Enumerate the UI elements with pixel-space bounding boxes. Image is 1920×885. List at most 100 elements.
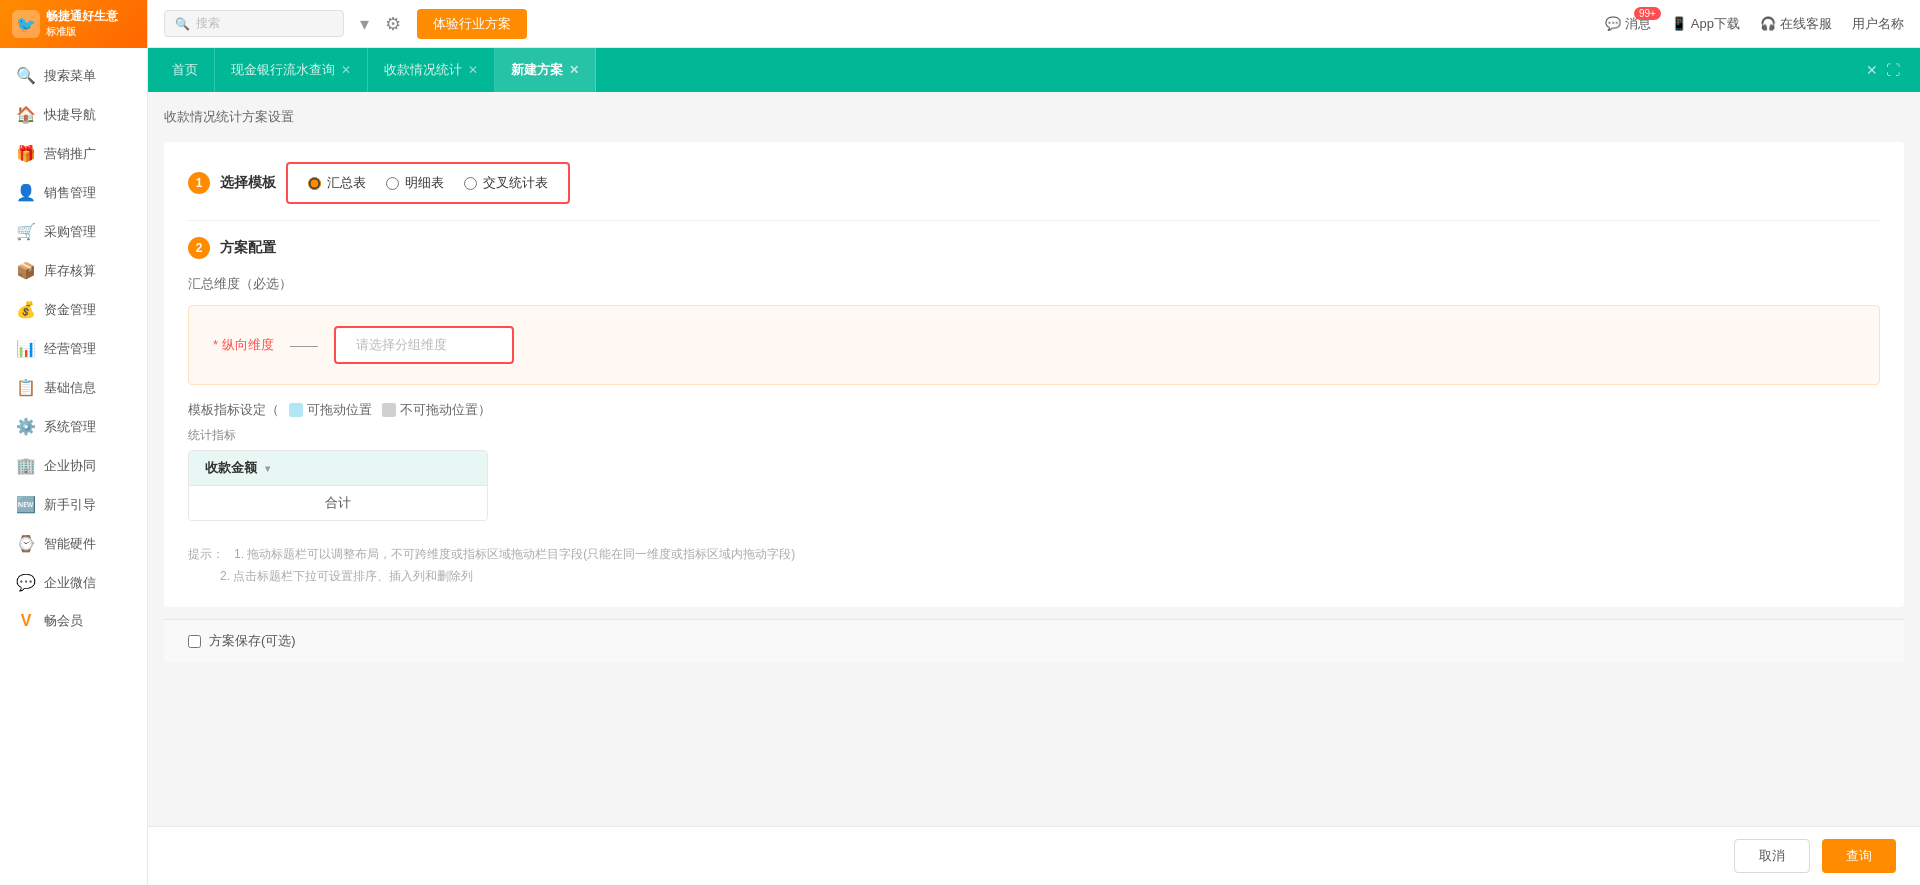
step1-badge: 1 <box>188 172 210 194</box>
sidebar-item-search[interactable]: 🔍 搜索菜单 <box>0 56 147 95</box>
sidebar-item-operations[interactable]: 📊 经营管理 <box>0 329 147 368</box>
vertical-dim-label: * 纵向维度 <box>213 336 274 354</box>
radio-detail-label: 明细表 <box>405 174 444 192</box>
sidebar-item-hardware[interactable]: ⌚ 智能硬件 <box>0 524 147 563</box>
step2-header: 2 方案配置 <box>188 237 1880 259</box>
sidebar-item-system[interactable]: ⚙️ 系统管理 <box>0 407 147 446</box>
tab-new-plan[interactable]: 新建方案 ✕ <box>495 48 596 92</box>
metrics-dropdown-icon[interactable]: ▾ <box>265 463 270 474</box>
sidebar: 🐦 畅捷通好生意 标准版 🔍 搜索菜单 🏠 快捷导航 🎁 营销推广 👤 销售管理… <box>0 0 148 885</box>
sidebar-item-label: 快捷导航 <box>44 106 96 124</box>
radio-detail-input[interactable] <box>386 177 399 190</box>
sidebar-item-marketing[interactable]: 🎁 营销推广 <box>0 134 147 173</box>
search-box[interactable]: 🔍 搜索 <box>164 10 344 37</box>
sidebar-item-guide[interactable]: 🆕 新手引导 <box>0 485 147 524</box>
tab-bank-flow-close[interactable]: ✕ <box>341 63 351 77</box>
step2-label: 方案配置 <box>220 239 276 257</box>
window-close-btn[interactable]: ✕ <box>1866 62 1878 78</box>
tip1: 1. 拖动标题栏可以调整布局，不可跨维度或指标区域拖动栏目字段(只能在同一维度或… <box>234 547 795 561</box>
sidebar-nav: 🔍 搜索菜单 🏠 快捷导航 🎁 营销推广 👤 销售管理 🛒 采购管理 📦 库存核… <box>0 48 147 885</box>
draggable-legend-label: 可拖动位置 <box>307 401 372 419</box>
tips-title: 提示： 1. 拖动标题栏可以调整布局，不可跨维度或指标区域拖动栏目字段(只能在同… <box>188 544 1880 566</box>
member-icon: V <box>16 612 36 630</box>
sidebar-item-sales[interactable]: 👤 销售管理 <box>0 173 147 212</box>
save-checkbox[interactable] <box>188 635 201 648</box>
sidebar-item-label: 系统管理 <box>44 418 96 436</box>
sidebar-item-inventory[interactable]: 📦 库存核算 <box>0 251 147 290</box>
sidebar-logo: 🐦 畅捷通好生意 标准版 <box>0 0 147 48</box>
sidebar-item-wechat[interactable]: 💬 企业微信 <box>0 563 147 602</box>
fixed-legend-label: 不可拖动位置） <box>400 401 491 419</box>
sidebar-item-enterprise[interactable]: 🏢 企业协同 <box>0 446 147 485</box>
search-menu-icon: 🔍 <box>16 66 36 85</box>
home-icon: 🏠 <box>16 105 36 124</box>
radio-summary-input[interactable] <box>308 177 321 190</box>
service-icon: 🎧 <box>1760 16 1776 31</box>
tab-bank-flow-label: 现金银行流水查询 <box>231 61 335 79</box>
tab-receivable-close[interactable]: ✕ <box>468 63 478 77</box>
radio-cross[interactable]: 交叉统计表 <box>464 174 548 192</box>
metrics-section-label: 统计指标 <box>188 427 488 444</box>
logo-text: 畅捷通好生意 <box>46 9 118 25</box>
arrow-icon: —— <box>290 337 318 353</box>
radio-summary[interactable]: 汇总表 <box>308 174 366 192</box>
inventory-icon: 📦 <box>16 261 36 280</box>
marketing-icon: 🎁 <box>16 144 36 163</box>
tab-new-plan-close[interactable]: ✕ <box>569 63 579 77</box>
message-icon: 💬 <box>1605 16 1621 31</box>
metrics-header-text: 收款金额 <box>205 459 257 477</box>
dimension-placeholder: 请选择分组维度 <box>356 337 447 352</box>
dimension-row: * 纵向维度 —— 请选择分组维度 <box>213 326 1855 364</box>
window-maximize-btn[interactable]: ⛶ <box>1886 62 1900 78</box>
sidebar-item-label: 营销推广 <box>44 145 96 163</box>
sidebar-item-label: 经营管理 <box>44 340 96 358</box>
sidebar-item-purchase[interactable]: 🛒 采购管理 <box>0 212 147 251</box>
sidebar-item-label: 搜索菜单 <box>44 67 96 85</box>
dimension-select[interactable]: 请选择分组维度 <box>334 326 514 364</box>
metrics-config: 模板指标设定（ 可拖动位置 不可拖动位置） <box>188 401 1880 524</box>
sidebar-item-quicknav[interactable]: 🏠 快捷导航 <box>0 95 147 134</box>
tab-new-plan-label: 新建方案 <box>511 61 563 79</box>
message-badge: 99+ <box>1634 7 1661 20</box>
sidebar-item-label: 基础信息 <box>44 379 96 397</box>
sidebar-item-label: 库存核算 <box>44 262 96 280</box>
tab-bank-flow[interactable]: 现金银行流水查询 ✕ <box>215 48 368 92</box>
summary-dim-title: 汇总维度（必选） <box>188 275 1880 293</box>
service-label: 在线客服 <box>1780 15 1832 33</box>
industry-btn[interactable]: 体验行业方案 <box>417 9 527 39</box>
tab-home[interactable]: 首页 <box>156 48 215 92</box>
step1-label: 选择模板 <box>220 174 276 192</box>
download-action[interactable]: 📱 App下载 <box>1671 15 1740 33</box>
sidebar-item-label: 智能硬件 <box>44 535 96 553</box>
save-label: 方案保存(可选) <box>209 632 296 650</box>
sidebar-item-finance[interactable]: 💰 资金管理 <box>0 290 147 329</box>
sidebar-item-label: 销售管理 <box>44 184 96 202</box>
topbar: 🔍 搜索 ▾ ⚙ 体验行业方案 💬 消息 99+ 📱 App下载 🎧 在线客服 … <box>148 0 1920 48</box>
content-area: 收款情况统计方案设置 1 选择模板 汇总表 明细表 <box>148 92 1920 826</box>
download-label: App下载 <box>1691 15 1740 33</box>
sidebar-item-basic[interactable]: 📋 基础信息 <box>0 368 147 407</box>
query-button[interactable]: 查询 <box>1822 839 1896 873</box>
tip2: 2. 点击标题栏下拉可设置排序、插入列和删除列 <box>188 566 1880 588</box>
sidebar-item-member[interactable]: V 畅会员 <box>0 602 147 640</box>
search-placeholder: 搜索 <box>196 15 220 32</box>
wechat-icon: 💬 <box>16 573 36 592</box>
cancel-button[interactable]: 取消 <box>1734 839 1810 873</box>
main-area: 🔍 搜索 ▾ ⚙ 体验行业方案 💬 消息 99+ 📱 App下载 🎧 在线客服 … <box>148 0 1920 885</box>
fixed-legend-dot <box>382 403 396 417</box>
metrics-table-row: 合计 <box>189 486 487 520</box>
tips-section: 提示： 1. 拖动标题栏可以调整布局，不可跨维度或指标区域拖动栏目字段(只能在同… <box>188 544 1880 587</box>
metrics-table: 收款金额 ▾ 合计 <box>188 450 488 521</box>
sidebar-item-label: 新手引导 <box>44 496 96 514</box>
dropdown-icon[interactable]: ▾ <box>360 13 369 35</box>
tab-receivable[interactable]: 收款情况统计 ✕ <box>368 48 495 92</box>
message-action[interactable]: 💬 消息 99+ <box>1605 15 1651 33</box>
radio-cross-input[interactable] <box>464 177 477 190</box>
gear-icon[interactable]: ⚙ <box>385 13 401 35</box>
metrics-table-header[interactable]: 收款金额 ▾ <box>189 451 487 486</box>
radio-detail[interactable]: 明细表 <box>386 174 444 192</box>
enterprise-icon: 🏢 <box>16 456 36 475</box>
basic-icon: 📋 <box>16 378 36 397</box>
service-action[interactable]: 🎧 在线客服 <box>1760 15 1832 33</box>
radio-cross-label: 交叉统计表 <box>483 174 548 192</box>
